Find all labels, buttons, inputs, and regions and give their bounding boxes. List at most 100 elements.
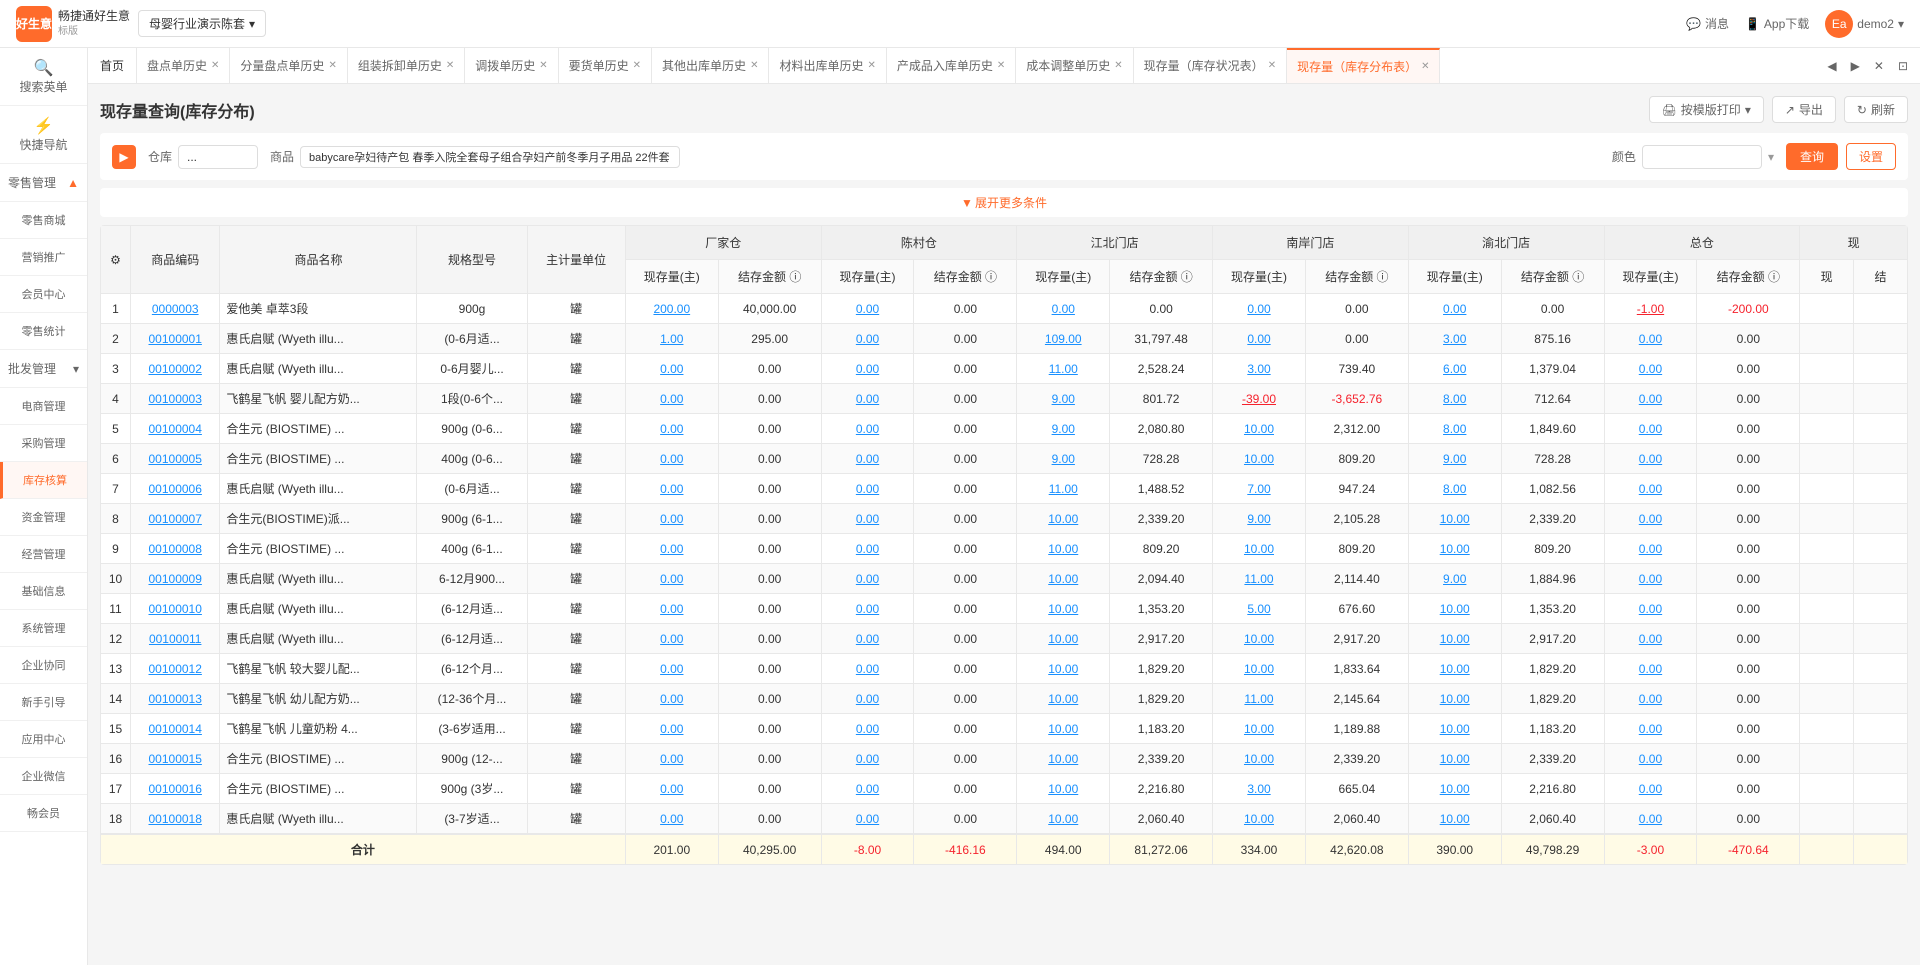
sidebar-item-cooperation[interactable]: 企业协同 [0,647,87,684]
sidebar-item-vip[interactable]: 畅会员 [0,795,87,832]
tab-6[interactable]: 其他出库单历史 ✕ [652,48,769,84]
filter-collapse-btn[interactable]: ▶ [112,145,136,169]
tab-prev-btn[interactable]: ◀ [1821,59,1842,73]
tab-close-9[interactable]: ✕ [1114,60,1122,71]
cell-unit: 罐 [527,444,625,474]
sidebar-item-ecommerce[interactable]: 电商管理 [0,388,87,425]
tab-close-3[interactable]: ✕ [446,60,454,71]
tab-more-btn[interactable]: ⊡ [1892,59,1914,73]
message-btn[interactable]: 💬 消息 [1686,15,1729,32]
user-menu[interactable]: Ea demo2 ▾ [1825,10,1904,38]
cell-total-amt: 0.00 [1697,504,1800,534]
cell-yubei-amt: 2,917.20 [1501,624,1604,654]
tab-close-2[interactable]: ✕ [328,60,336,71]
app-download-btn[interactable]: 📱 App下载 [1745,15,1809,32]
tab-4[interactable]: 调拨单历史 ✕ [465,48,558,84]
cell-spec: 900g (12-... [417,744,527,774]
tab-8[interactable]: 产成品入库单历史 ✕ [887,48,1016,84]
query-btn[interactable]: 查询 [1786,143,1838,170]
cell-chencun-amt: 0.00 [914,774,1017,804]
logo-area: 好生意 畅捷通好生意 标版 [16,6,130,42]
cell-chencun-now: 0.00 [821,444,914,474]
cell-yubei-amt: 1,379.04 [1501,354,1604,384]
cell-nanan-amt: 676.60 [1305,594,1408,624]
expand-conditions-btn[interactable]: ▼ 展开更多条件 [961,194,1047,211]
tab-5[interactable]: 要货单历史 ✕ [559,48,652,84]
cell-name: 合生元(BIOSTIME)派... [220,504,417,534]
tab-close-1[interactable]: ✕ [211,60,219,71]
cell-jiangbei-amt: 1,353.20 [1110,594,1213,624]
cell-jiangbei-amt: 2,080.80 [1110,414,1213,444]
product-input[interactable] [300,146,680,168]
cell-yubei-now: 10.00 [1408,624,1501,654]
sidebar-item-inventory[interactable]: 库存核算 [0,462,87,499]
cell-jiangbei-now: 10.00 [1017,714,1110,744]
tab-3[interactable]: 组装拆卸单历史 ✕ [348,48,465,84]
cell-unit: 罐 [527,594,625,624]
cell-yubei-amt: 809.20 [1501,534,1604,564]
cell-changjia-now: 0.00 [625,804,718,835]
cell-chencun-now: 0.00 [821,354,914,384]
sidebar-item-guide[interactable]: 新手引导 [0,684,87,721]
sidebar-item-operation[interactable]: 经营管理 [0,536,87,573]
message-icon: 💬 [1686,17,1701,31]
sidebar-item-retail-mgmt[interactable]: 零售管理 ▲ [0,164,87,202]
sidebar-item-membership[interactable]: 会员中心 [0,276,87,313]
tab-home[interactable]: 首页 [88,48,137,84]
sidebar-item-finance[interactable]: 资金管理 [0,499,87,536]
tab-2[interactable]: 分量盘点单历史 ✕ [230,48,347,84]
color-input[interactable] [1642,145,1762,169]
cell-more-amt [1854,624,1908,654]
sidebar-item-retail-stats[interactable]: 零售统计 [0,313,87,350]
table-row: 7 00100006 惠氏启赋 (Wyeth illu... (0-6月适...… [101,474,1908,504]
sidebar-item-retail-mall[interactable]: 零售商城 [0,202,87,239]
sidebar-item-marketing[interactable]: 营销推广 [0,239,87,276]
sidebar-item-apps[interactable]: 应用中心 [0,721,87,758]
cell-jiangbei-now: 0.00 [1017,294,1110,324]
tab-close-10[interactable]: ✕ [1268,60,1276,71]
cell-yubei-now: 10.00 [1408,684,1501,714]
tab-9[interactable]: 成本调整单历史 ✕ [1016,48,1133,84]
warehouse-input[interactable] [178,145,258,169]
cell-spec: 0-6月婴儿... [417,354,527,384]
sidebar-item-basic-info[interactable]: 基础信息 [0,573,87,610]
th-chencun-now: 现存量(主) [821,260,914,294]
print-btn[interactable]: 🖨 按模版打印 ▾ [1649,96,1764,123]
table-row: 13 00100012 飞鹤星飞帆 较大婴儿配... (6-12个月... 罐 … [101,654,1908,684]
tab-next-btn[interactable]: ▶ [1845,59,1866,73]
tab-7[interactable]: 材料出库单历史 ✕ [769,48,886,84]
export-btn[interactable]: ↗ 导出 [1772,96,1836,123]
tab-10[interactable]: 现存量（库存状况表） ✕ [1134,48,1287,84]
tab-close-6[interactable]: ✕ [750,60,758,71]
cell-jiangbei-amt: 728.28 [1110,444,1213,474]
cell-name: 惠氏启赋 (Wyeth illu... [220,354,417,384]
settings-btn[interactable]: 设置 [1846,143,1896,170]
sidebar-item-quicknav[interactable]: ⚡ 快捷导航 [0,106,87,164]
cell-code: 00100011 [131,624,220,654]
sidebar-item-system[interactable]: 系统管理 [0,610,87,647]
tab-close-8[interactable]: ✕ [997,60,1005,71]
th-jiangbei-now: 现存量(主) [1017,260,1110,294]
tab-close-all-btn[interactable]: ✕ [1868,59,1890,73]
sidebar-item-wechat[interactable]: 企业微信 [0,758,87,795]
refresh-btn[interactable]: ↻ 刷新 [1844,96,1908,123]
cell-jiangbei-amt: 1,829.20 [1110,684,1213,714]
tab-11[interactable]: 现存量（库存分布表） ✕ [1287,48,1440,84]
industry-selector[interactable]: 母婴行业演示陈套 ▾ [138,10,266,37]
sidebar-item-purchase[interactable]: 采购管理 [0,425,87,462]
th-settings[interactable]: ⚙ [101,226,131,294]
tab-close-11[interactable]: ✕ [1421,61,1429,72]
cell-nanan-now: 10.00 [1213,444,1306,474]
tab-close-5[interactable]: ✕ [633,60,641,71]
cell-yubei-now: 10.00 [1408,744,1501,774]
tab-1[interactable]: 盘点单历史 ✕ [137,48,230,84]
th-yubei: 渝北门店 [1408,226,1604,260]
tab-close-4[interactable]: ✕ [539,60,547,71]
cell-total-now: 0.00 [1604,804,1697,835]
cell-code: 00100001 [131,324,220,354]
tab-close-7[interactable]: ✕ [867,60,875,71]
sidebar-item-wholesale[interactable]: 批发管理 ▾ [0,350,87,388]
cell-total-now: 0.00 [1604,384,1697,414]
logo-icon: 好生意 [16,6,52,42]
sidebar-item-search[interactable]: 🔍 搜索英单 [0,48,87,106]
